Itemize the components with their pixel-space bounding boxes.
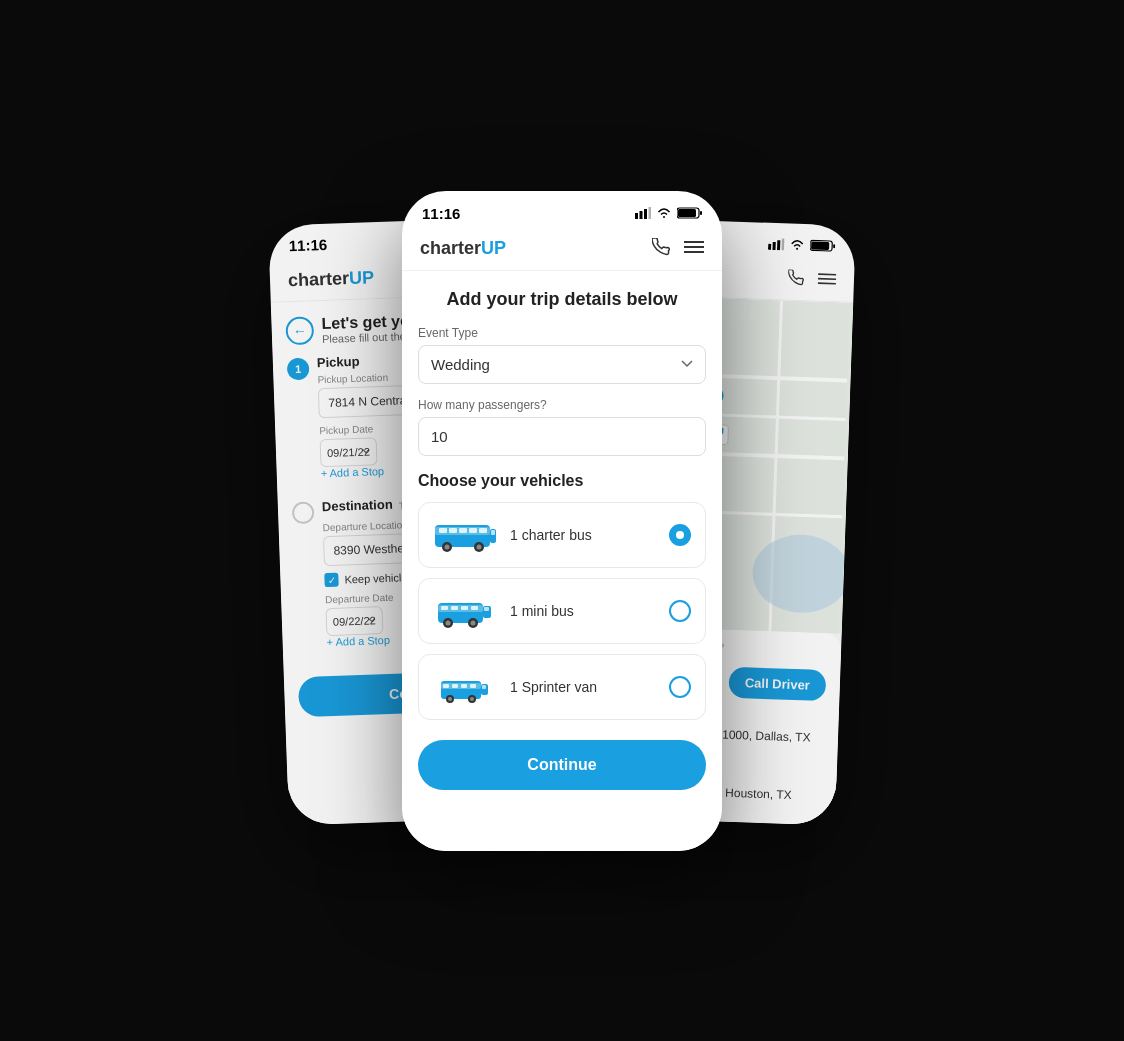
vehicles-section-title: Choose your vehicles: [418, 472, 706, 490]
logo-up-center: UP: [481, 238, 506, 259]
signal-icon-right: [768, 237, 784, 250]
sprinter-van-icon: [433, 667, 498, 707]
svg-rect-55: [773, 241, 776, 249]
battery-icon-center: [677, 207, 702, 219]
wifi-icon-center: [656, 207, 672, 219]
svg-point-49: [448, 697, 452, 701]
passengers-label: How many passengers?: [418, 398, 706, 412]
phone-icon-center[interactable]: [652, 238, 670, 260]
mini-bus-radio[interactable]: [669, 600, 691, 622]
svg-rect-23: [479, 528, 487, 533]
trip-details-form: Add your trip details below Event Type W…: [402, 271, 722, 851]
passengers-input[interactable]: [418, 417, 706, 456]
step2-label: Destination: [322, 496, 393, 513]
menu-icon-right[interactable]: [818, 270, 837, 291]
charter-bus-icon: [433, 515, 498, 555]
svg-rect-41: [484, 607, 489, 611]
back-button[interactable]: ←: [285, 316, 314, 345]
mini-bus-icon: [433, 591, 498, 631]
svg-rect-54: [768, 243, 771, 249]
svg-rect-8: [640, 211, 643, 219]
event-type-label: Event Type: [418, 326, 706, 340]
header-icons-right: [788, 269, 837, 291]
svg-rect-59: [811, 240, 829, 249]
svg-rect-21: [459, 528, 467, 533]
svg-rect-32: [441, 606, 448, 610]
svg-rect-10: [649, 207, 652, 219]
phone-center: 11:16 charterUP: [402, 191, 722, 851]
mini-bus-name: 1 mini bus: [510, 603, 657, 619]
status-icons-center: [635, 207, 702, 219]
svg-rect-19: [439, 528, 447, 533]
sprinter-van-card[interactable]: 1 Sprinter van: [418, 654, 706, 720]
svg-point-37: [446, 620, 451, 625]
status-time-left: 11:16: [289, 235, 328, 253]
pickup-date-select[interactable]: 09/21/22: [320, 437, 378, 467]
status-bar-center: 11:16: [402, 191, 722, 228]
event-type-select[interactable]: Wedding: [418, 345, 706, 384]
svg-rect-20: [449, 528, 457, 533]
battery-icon-right: [810, 238, 835, 251]
phone-icon-right[interactable]: [788, 269, 805, 290]
sprinter-van-radio[interactable]: [669, 676, 691, 698]
app-header-center: charterUP: [402, 228, 722, 271]
charter-bus-radio[interactable]: [669, 524, 691, 546]
svg-rect-7: [635, 213, 638, 219]
svg-rect-53: [482, 685, 486, 689]
signal-icon-center: [635, 207, 651, 219]
header-icons-center: [652, 238, 704, 260]
trip-title: Add your trip details below: [418, 289, 706, 310]
sprinter-van-name: 1 Sprinter van: [510, 679, 657, 695]
wifi-icon-right: [789, 238, 805, 251]
svg-rect-12: [678, 209, 696, 217]
svg-rect-57: [782, 237, 785, 249]
trip-details-content: Add your trip details below Event Type W…: [402, 271, 722, 851]
svg-line-61: [818, 273, 836, 274]
svg-rect-34: [461, 606, 468, 610]
logo-left: charterUP: [288, 267, 375, 291]
logo-charter-left: charter: [288, 268, 350, 291]
svg-point-27: [477, 544, 482, 549]
svg-point-39: [471, 620, 476, 625]
svg-rect-33: [451, 606, 458, 610]
departure-date-select[interactable]: 09/22/22: [325, 606, 383, 636]
svg-point-51: [470, 697, 474, 701]
logo-up-left: UP: [349, 267, 375, 289]
charter-bus-name: 1 charter bus: [510, 527, 657, 543]
svg-rect-46: [461, 684, 467, 688]
mini-bus-card[interactable]: 1 mini bus: [418, 578, 706, 644]
call-driver-button[interactable]: Call Driver: [728, 666, 826, 700]
svg-rect-29: [491, 530, 495, 535]
svg-rect-60: [833, 243, 835, 247]
step2-circle: [292, 501, 315, 524]
charter-bus-card[interactable]: 1 charter bus: [418, 502, 706, 568]
svg-rect-13: [700, 211, 702, 215]
logo-charter-center: charter: [420, 238, 481, 259]
svg-point-25: [445, 544, 450, 549]
status-icons-right: [768, 237, 835, 251]
logo-center: charterUP: [420, 238, 506, 259]
keep-vehicle-checkbox[interactable]: [324, 572, 338, 586]
svg-rect-22: [469, 528, 477, 533]
svg-rect-9: [644, 209, 647, 219]
svg-rect-56: [777, 239, 780, 249]
svg-rect-45: [452, 684, 458, 688]
svg-line-63: [818, 282, 836, 283]
svg-rect-35: [471, 606, 478, 610]
menu-icon-center[interactable]: [684, 238, 704, 260]
status-time-center: 11:16: [422, 205, 460, 222]
svg-rect-44: [443, 684, 449, 688]
svg-line-62: [818, 278, 836, 279]
svg-rect-47: [470, 684, 476, 688]
step1-number: 1: [287, 357, 310, 380]
center-continue-button[interactable]: Continue: [418, 740, 706, 790]
